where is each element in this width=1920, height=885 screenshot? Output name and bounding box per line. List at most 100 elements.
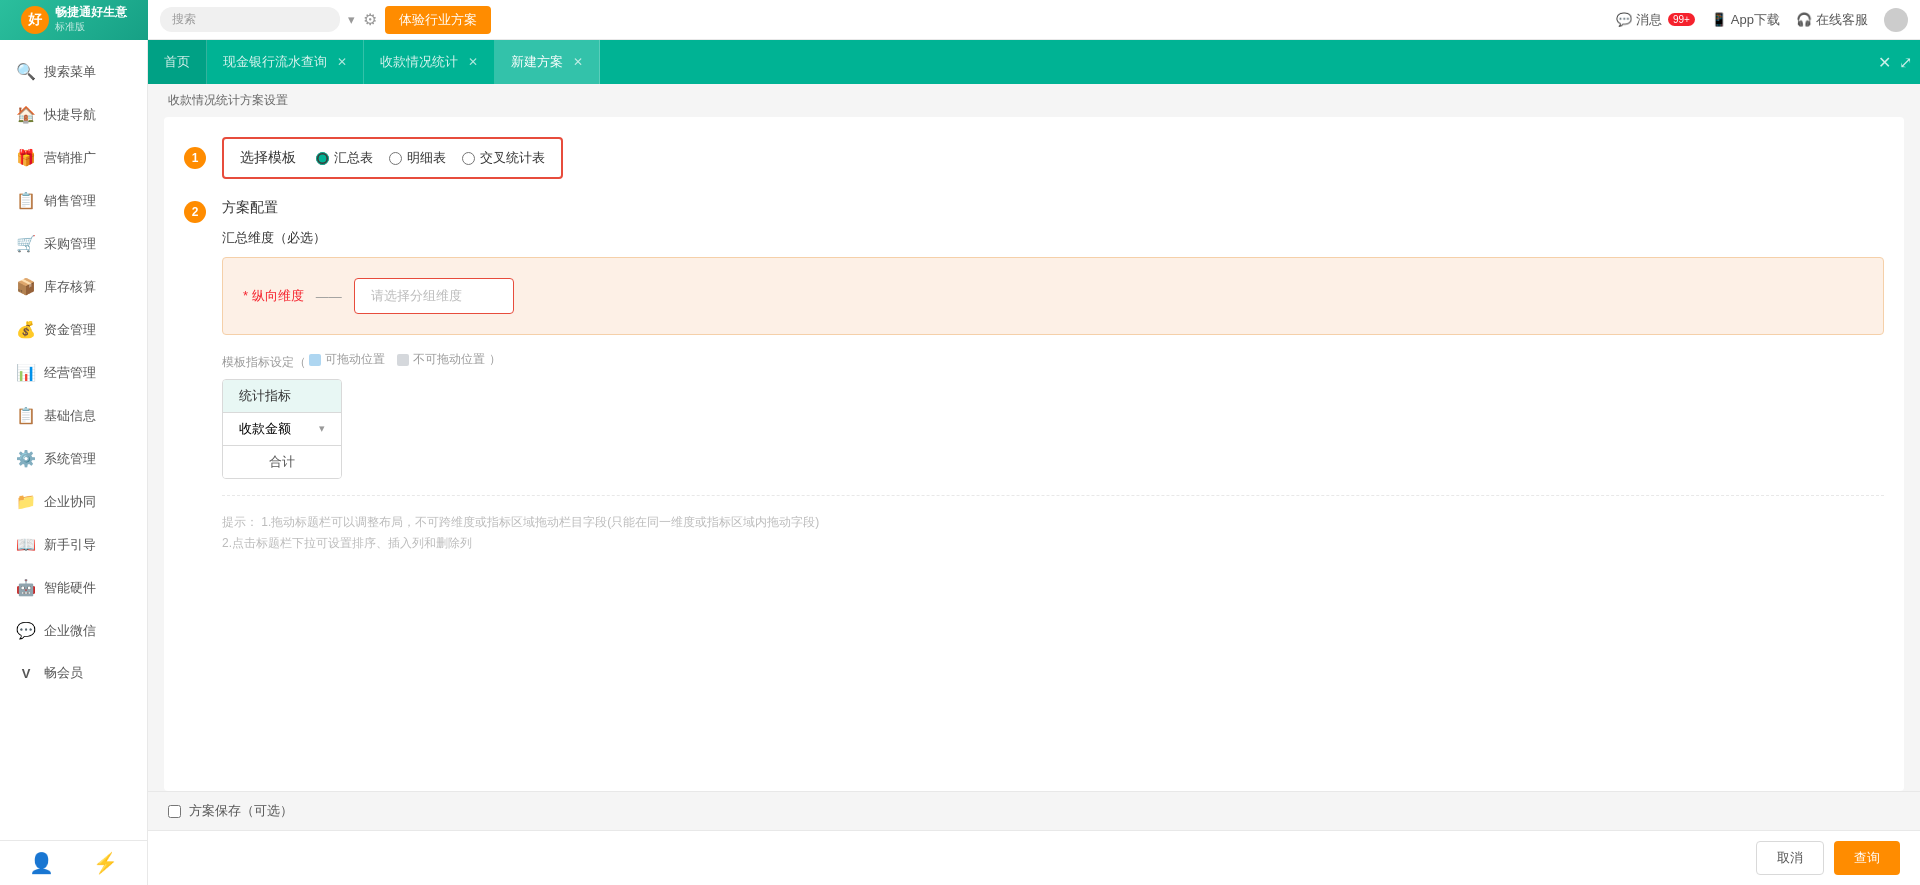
sidebar-item-label: 采购管理 xyxy=(44,235,96,253)
sidebar-item-enterprise-collab[interactable]: 📁 企业协同 xyxy=(0,480,147,523)
metrics-zone-header: 统计指标 xyxy=(223,380,341,413)
cancel-button[interactable]: 取消 xyxy=(1756,841,1824,875)
radio-summary-input[interactable] xyxy=(316,152,329,165)
metrics-col-row[interactable]: 收款金额 ▾ xyxy=(223,413,341,446)
sidebar-item-system[interactable]: ⚙️ 系统管理 xyxy=(0,437,147,480)
sidebar-item-quick-nav[interactable]: 🏠 快捷导航 xyxy=(0,93,147,136)
enterprise-wechat-icon: 💬 xyxy=(16,621,36,640)
smart-hardware-icon: 🤖 xyxy=(16,578,36,597)
radio-detail[interactable]: 明细表 xyxy=(389,149,446,167)
radio-cross-input[interactable] xyxy=(462,152,475,165)
member-icon: V xyxy=(16,666,36,681)
sidebar-item-finance[interactable]: 💰 资金管理 xyxy=(0,308,147,351)
footer-section: 方案保存（可选） xyxy=(148,791,1920,830)
sidebar-item-smart-hardware[interactable]: 🤖 智能硬件 xyxy=(0,566,147,609)
message-icon-group[interactable]: 💬 消息 99+ xyxy=(1616,11,1695,29)
download-icon-group[interactable]: 📱 App下载 xyxy=(1711,11,1780,29)
sidebar-item-enterprise-wechat[interactable]: 💬 企业微信 xyxy=(0,609,147,652)
hint2-text: 2.点击标题栏下拉可设置排序、插入列和删除列 xyxy=(222,533,1884,555)
dimension-row: * 纵向维度 —— 请选择分组维度 xyxy=(243,278,1863,314)
tab-bank-flow-close[interactable]: ✕ xyxy=(337,55,347,69)
sidebar-item-label: 搜索菜单 xyxy=(44,63,96,81)
sidebar-item-purchase[interactable]: 🛒 采购管理 xyxy=(0,222,147,265)
dimension-input[interactable]: 请选择分组维度 xyxy=(354,278,514,314)
sidebar-item-sales[interactable]: 📋 销售管理 xyxy=(0,179,147,222)
sidebar-item-search-menu[interactable]: 🔍 搜索菜单 xyxy=(0,50,147,93)
sidebar-item-inventory[interactable]: 📦 库存核算 xyxy=(0,265,147,308)
basic-info-icon: 📋 xyxy=(16,406,36,425)
purchase-icon: 🛒 xyxy=(16,234,36,253)
radio-cross-label: 交叉统计表 xyxy=(480,149,545,167)
hint-section: 提示： 1.拖动标题栏可以调整布局，不可跨维度或指标区域拖动栏目字段(只能在同一… xyxy=(222,495,1884,555)
sidebar-bottom-icon-1[interactable]: 👤 xyxy=(29,851,54,875)
metrics-title-text: 模板指标设定（ xyxy=(222,355,306,369)
sidebar-item-label: 快捷导航 xyxy=(44,106,96,124)
sidebar-bottom-icon-2[interactable]: ⚡ xyxy=(93,851,118,875)
tab-bank-flow[interactable]: 现金银行流水查询 ✕ xyxy=(207,40,364,84)
sidebar-item-beginner-guide[interactable]: 📖 新手引导 xyxy=(0,523,147,566)
metrics-label: 模板指标设定（ 可拖动位置 不可拖动位置 ） xyxy=(222,351,1884,371)
sidebar-item-label: 畅会员 xyxy=(44,664,83,682)
metrics-draggable-indicator: 可拖动位置 不可拖动位置 ） xyxy=(309,351,501,368)
dropdown-icon[interactable]: ▾ xyxy=(348,12,355,27)
radio-summary[interactable]: 汇总表 xyxy=(316,149,373,167)
radio-detail-input[interactable] xyxy=(389,152,402,165)
radio-detail-label: 明细表 xyxy=(407,149,446,167)
marketing-icon: 🎁 xyxy=(16,148,36,167)
form-panel: 1 选择模板 汇总表 明细表 xyxy=(164,117,1904,791)
bottom-action-bar: 取消 查询 xyxy=(148,830,1920,885)
tab-receipt-stats-close[interactable]: ✕ xyxy=(468,55,478,69)
content-area: 首页 现金银行流水查询 ✕ 收款情况统计 ✕ 新建方案 ✕ ✕ ⤢ 收款情况统计… xyxy=(148,40,1920,885)
save-plan-checkbox[interactable] xyxy=(168,805,181,818)
vertical-dimension-label: * 纵向维度 xyxy=(243,287,304,305)
operations-icon: 📊 xyxy=(16,363,36,382)
hint1-text: 提示： 1.拖动标题栏可以调整布局，不可跨维度或指标区域拖动栏目字段(只能在同一… xyxy=(222,512,1884,534)
tab-home[interactable]: 首页 xyxy=(148,40,207,84)
section2-title: 方案配置 xyxy=(222,199,278,215)
service-icon-group[interactable]: 🎧 在线客服 xyxy=(1796,11,1868,29)
top-header-right: 💬 消息 99+ 📱 App下载 🎧 在线客服 xyxy=(1616,8,1908,32)
message-icon: 💬 xyxy=(1616,12,1632,27)
sidebar-item-label: 营销推广 xyxy=(44,149,96,167)
sidebar-item-label: 新手引导 xyxy=(44,536,96,554)
section1-title: 选择模板 xyxy=(240,149,296,167)
sidebar-item-label: 库存核算 xyxy=(44,278,96,296)
message-label: 消息 xyxy=(1636,11,1662,29)
sidebar-item-basic-info[interactable]: 📋 基础信息 xyxy=(0,394,147,437)
try-industry-button[interactable]: 体验行业方案 xyxy=(385,6,491,34)
tab-new-plan[interactable]: 新建方案 ✕ xyxy=(495,40,600,84)
metrics-zone: 统计指标 收款金额 ▾ 合计 xyxy=(222,379,342,479)
enterprise-collab-icon: 📁 xyxy=(16,492,36,511)
sidebar-item-marketing[interactable]: 🎁 营销推广 xyxy=(0,136,147,179)
top-header: 好 畅捷通好生意 标准版 搜索 ▾ ⚙ 体验行业方案 💬 消息 99+ 📱 Ap… xyxy=(0,0,1920,40)
query-button[interactable]: 查询 xyxy=(1834,841,1900,875)
col-dropdown-icon[interactable]: ▾ xyxy=(319,422,325,435)
tab-new-plan-close[interactable]: ✕ xyxy=(573,55,583,69)
section2-row: 2 方案配置 汇总维度（必选） * 纵向维度 —— 请选择分组维度 xyxy=(184,199,1884,555)
page-content: 收款情况统计方案设置 1 选择模板 汇总表 xyxy=(148,84,1920,830)
inventory-icon: 📦 xyxy=(16,277,36,296)
save-plan-label: 方案保存（可选） xyxy=(189,802,293,820)
sidebar-item-member[interactable]: V 畅会员 xyxy=(0,652,147,694)
tab-bar: 首页 现金银行流水查询 ✕ 收款情况统计 ✕ 新建方案 ✕ ✕ ⤢ xyxy=(148,40,1920,84)
maximize-window-icon[interactable]: ⤢ xyxy=(1899,53,1912,72)
breadcrumb: 收款情况统计方案设置 xyxy=(148,84,1920,117)
tab-bar-right: ✕ ⤢ xyxy=(1878,53,1920,72)
radio-summary-label: 汇总表 xyxy=(334,149,373,167)
finance-icon: 💰 xyxy=(16,320,36,339)
sidebar-item-label: 销售管理 xyxy=(44,192,96,210)
sidebar-item-operations[interactable]: 📊 经营管理 xyxy=(0,351,147,394)
radio-cross[interactable]: 交叉统计表 xyxy=(462,149,545,167)
section1-row: 1 选择模板 汇总表 明细表 xyxy=(184,137,1884,179)
tab-receipt-stats[interactable]: 收款情况统计 ✕ xyxy=(364,40,495,84)
download-icon: 📱 xyxy=(1711,12,1727,27)
search-bar: 搜索 xyxy=(160,7,340,32)
user-name[interactable] xyxy=(1884,8,1908,32)
sidebar-item-label: 企业微信 xyxy=(44,622,96,640)
gear-icon[interactable]: ⚙ xyxy=(363,10,377,29)
user-avatar xyxy=(1884,8,1908,32)
tab-bank-flow-label: 现金银行流水查询 xyxy=(223,53,327,71)
radio-group: 汇总表 明细表 交叉统计表 xyxy=(316,149,545,167)
sidebar: 🔍 搜索菜单 🏠 快捷导航 🎁 营销推广 📋 销售管理 🛒 采购管理 📦 库存核… xyxy=(0,40,148,885)
close-window-icon[interactable]: ✕ xyxy=(1878,53,1891,72)
